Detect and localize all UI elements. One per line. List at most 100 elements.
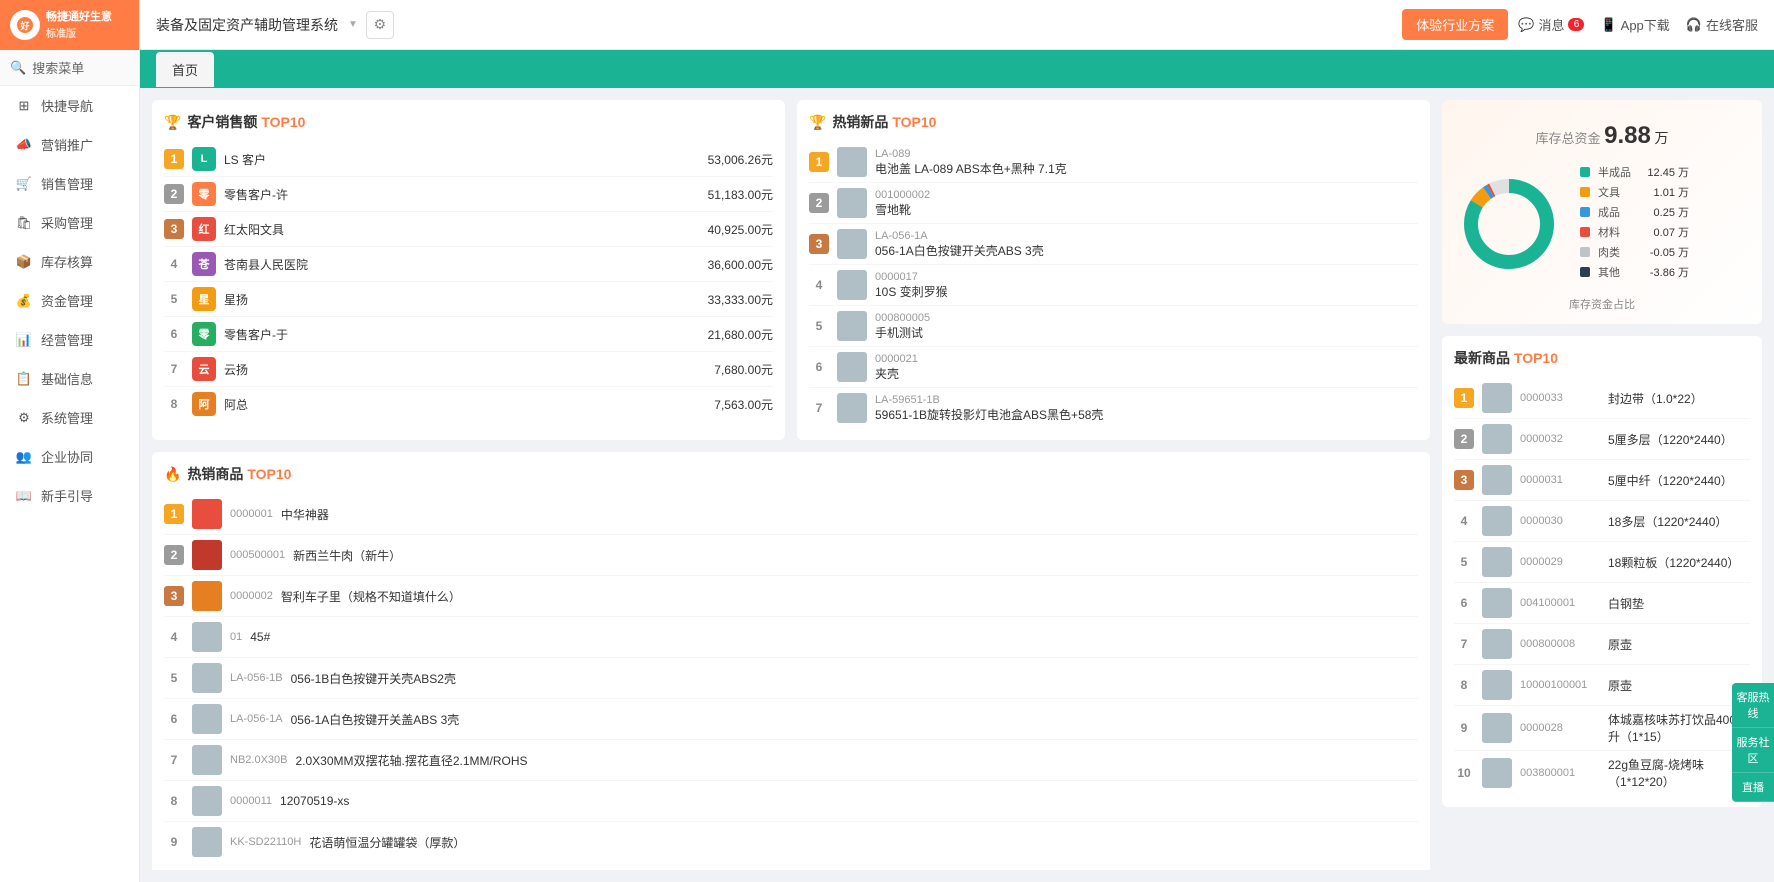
customer-name: 零售客户-于 — [224, 326, 700, 343]
notification-item[interactable]: 💬 消息 6 — [1518, 15, 1584, 34]
product-thumb — [837, 352, 867, 382]
rank-number: 4 — [1454, 511, 1474, 531]
rank-number: 7 — [164, 750, 184, 770]
product-name: 电池盖 LA-089 ABS本色+黑种 7.1克 — [875, 160, 1067, 177]
mobile-icon: 📱 — [1600, 17, 1616, 33]
product-name: 中华神器 — [281, 506, 329, 523]
list-item: 3 LA-056-1A 056-1A白色按键开关壳ABS 3壳 — [809, 224, 1418, 265]
product-name: 花语萌恒温分罐罐袋（厚款） — [309, 834, 465, 851]
sidebar-item-corp[interactable]: 👥 企业协同 — [0, 437, 139, 476]
product-name: 原壶 — [1608, 677, 1750, 694]
product-thumb — [837, 147, 867, 177]
search-icon: 🔍 — [10, 60, 26, 76]
sidebar-item-finance[interactable]: 💰 资金管理 — [0, 281, 139, 320]
customer-amount: 36,600.00元 — [708, 256, 773, 273]
product-thumb — [192, 745, 222, 775]
legend-item: 肉类 -0.05 万 — [1580, 244, 1689, 260]
product-thumb — [192, 499, 222, 529]
online-service-item[interactable]: 🎧 在线客服 — [1686, 15, 1758, 34]
trial-button[interactable]: 体验行业方案 — [1402, 9, 1508, 40]
product-thumb — [1482, 424, 1512, 454]
sidebar-item-base-info[interactable]: 📋 基础信息 — [0, 359, 139, 398]
sidebar-item-operations[interactable]: 📊 经营管理 — [0, 320, 139, 359]
product-thumb — [192, 786, 222, 816]
legend-dot — [1580, 207, 1590, 217]
avatar: 阿 — [192, 392, 216, 416]
sidebar-item-system[interactable]: ⚙ 系统管理 — [0, 398, 139, 437]
float-btn-community[interactable]: 服务社区 — [1732, 728, 1774, 773]
product-name: 22g鱼豆腐-烧烤味（1*12*20） — [1608, 756, 1750, 790]
list-item: 2 0000032 5厘多层（1220*2440） — [1454, 419, 1750, 460]
app-download-item[interactable]: 📱 App下载 — [1600, 15, 1669, 34]
legend-name: 肉类 — [1598, 244, 1631, 260]
product-code: 0000032 — [1520, 433, 1600, 445]
avatar: L — [192, 147, 216, 171]
float-btn-livestream[interactable]: 直播 — [1732, 773, 1774, 802]
sidebar-item-quick-nav[interactable]: ⊞ 快捷导航 — [0, 86, 139, 125]
hot-new-products-list: 1 LA-089 电池盖 LA-089 ABS本色+黑种 7.1克 2 0 — [809, 142, 1418, 428]
product-thumb — [1482, 383, 1512, 413]
product-thumb — [1482, 713, 1512, 743]
home-icon: ⊞ — [15, 97, 33, 115]
sidebar-item-purchase[interactable]: 🛍 采购管理 — [0, 203, 139, 242]
float-service-panel: 客服热线 服务社区 直播 — [1732, 683, 1774, 802]
sidebar-item-label: 资金管理 — [41, 291, 93, 310]
rank-number: 2 — [164, 184, 184, 204]
product-code: 10000100001 — [1520, 679, 1600, 691]
sidebar-item-inventory[interactable]: 📦 库存核算 — [0, 242, 139, 281]
product-name: 10S 变刺罗猴 — [875, 283, 948, 300]
product-code: LA-089 — [875, 148, 1067, 160]
sidebar-item-marketing[interactable]: 📣 营销推广 — [0, 125, 139, 164]
content-area: 🏆 客户销售额 TOP10 1 L LS 客户 53,006.26元 2 零 — [140, 88, 1774, 882]
topbar: 装备及固定资产辅助管理系统 ▼ ⚙ 体验行业方案 💬 消息 6 📱 App下载 … — [140, 0, 1774, 50]
customer-amount: 53,006.26元 — [708, 151, 773, 168]
latest-products-card: 最新商品 TOP10 1 0000033 封边带（1.0*22） 2 00000… — [1442, 336, 1762, 807]
product-name: 新西兰牛肉（新牛） — [293, 547, 401, 564]
online-service-label: 在线客服 — [1706, 15, 1758, 34]
inventory-total: 库存总资金 9.88 万 — [1454, 112, 1750, 156]
customer-amount: 21,680.00元 — [708, 326, 773, 343]
sidebar-item-guide[interactable]: 📖 新手引导 — [0, 476, 139, 515]
customer-amount: 7,563.00元 — [714, 396, 773, 413]
settings-button[interactable]: ⚙ — [366, 11, 394, 39]
rank-number: 5 — [164, 668, 184, 688]
hot-new-products-title: 🏆 热销新品 TOP10 — [809, 112, 1418, 132]
cart-icon: 🛒 — [15, 175, 33, 193]
product-thumb — [1482, 758, 1512, 788]
sidebar-item-label: 采购管理 — [41, 213, 93, 232]
table-row: 2 零 零售客户-许 51,183.00元 — [164, 177, 773, 212]
sidebar: 好 畅捷通好生意 标准版 🔍 搜索菜单 ⊞ 快捷导航 📣 营销推广 🛒 销售管理… — [0, 0, 140, 882]
product-code: 000500001 — [230, 549, 285, 561]
product-code: 000800005 — [875, 312, 930, 324]
notification-badge: 6 — [1568, 18, 1584, 31]
search-menu[interactable]: 🔍 搜索菜单 — [0, 50, 139, 86]
inventory-unit: 万 — [1654, 130, 1668, 146]
list-item: 1 LA-089 电池盖 LA-089 ABS本色+黑种 7.1克 — [809, 142, 1418, 183]
logo-tag: 标准版 — [46, 25, 112, 40]
product-name: 2.0X30MM双摆花轴.摆花直径2.1MM/ROHS — [295, 752, 527, 769]
sidebar-item-sales[interactable]: 🛒 销售管理 — [0, 164, 139, 203]
main-area: 装备及固定资产辅助管理系统 ▼ ⚙ 体验行业方案 💬 消息 6 📱 App下载 … — [140, 0, 1774, 882]
list-item: 5 000800005 手机测试 — [809, 306, 1418, 347]
rank-number: 9 — [1454, 718, 1474, 738]
system-title: 装备及固定资产辅助管理系统 — [156, 15, 338, 35]
hot-sales-card: 🔥 热销商品 TOP10 1 0000001 中华神器 2 000500001 — [152, 452, 1430, 870]
svg-text:好: 好 — [19, 20, 29, 31]
notification-icon: 💬 — [1518, 17, 1534, 33]
product-name: 5厘多层（1220*2440） — [1608, 431, 1750, 448]
search-menu-label: 搜索菜单 — [32, 58, 84, 77]
list-item: 5 0000029 18颗粒板（1220*2440） — [1454, 542, 1750, 583]
product-thumb — [837, 393, 867, 423]
sidebar-item-label: 企业协同 — [41, 447, 93, 466]
left-panel: 🏆 客户销售额 TOP10 1 L LS 客户 53,006.26元 2 零 — [152, 100, 1430, 870]
customer-name: 星扬 — [224, 291, 700, 308]
legend-name: 半成品 — [1598, 164, 1631, 180]
tab-home[interactable]: 首页 — [156, 52, 214, 87]
float-btn-hotline[interactable]: 客服热线 — [1732, 683, 1774, 728]
headset-icon: 🎧 — [1686, 17, 1702, 33]
sidebar-item-label: 经营管理 — [41, 330, 93, 349]
nav-tabs: 首页 — [140, 50, 1774, 88]
legend-dot — [1580, 247, 1590, 257]
list-item: 3 0000002 智利车子里（规格不知道填什么） — [164, 576, 1418, 617]
product-code: 004100001 — [1520, 597, 1600, 609]
